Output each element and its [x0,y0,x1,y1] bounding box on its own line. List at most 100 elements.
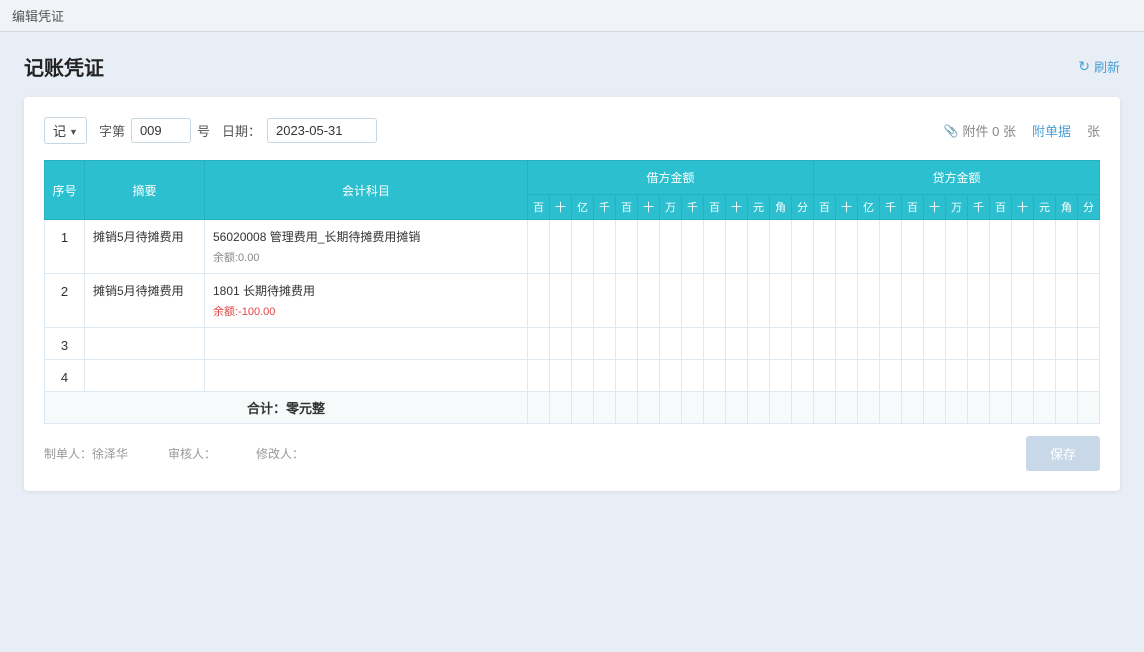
credit-cell-10[interactable] [1034,360,1056,392]
credit-cell-7[interactable] [968,360,990,392]
debit-cell-7[interactable] [682,274,704,328]
credit-cell-12[interactable] [1078,274,1100,328]
credit-cell-11[interactable] [1056,220,1078,274]
credit-cell-9[interactable] [1012,328,1034,360]
debit-cell-11[interactable] [770,328,792,360]
debit-cell-10[interactable] [748,328,770,360]
debit-cell-1[interactable] [550,274,572,328]
debit-cell-9[interactable] [726,360,748,392]
debit-cell-10[interactable] [748,274,770,328]
account-cell[interactable] [205,328,528,360]
credit-cell-8[interactable] [990,220,1012,274]
credit-cell-4[interactable] [902,360,924,392]
debit-cell-10[interactable] [748,220,770,274]
credit-cell-12[interactable] [1078,360,1100,392]
credit-cell-3[interactable] [880,220,902,274]
debit-cell-10[interactable] [748,360,770,392]
credit-cell-6[interactable] [946,328,968,360]
credit-cell-11[interactable] [1056,328,1078,360]
credit-cell-1[interactable] [836,220,858,274]
debit-cell-8[interactable] [704,360,726,392]
credit-cell-8[interactable] [990,328,1012,360]
credit-cell-10[interactable] [1034,220,1056,274]
credit-cell-10[interactable] [1034,328,1056,360]
credit-cell-0[interactable] [814,328,836,360]
credit-cell-12[interactable] [1078,328,1100,360]
voucher-number-input[interactable] [131,118,191,143]
credit-cell-0[interactable] [814,360,836,392]
credit-cell-2[interactable] [858,360,880,392]
debit-cell-7[interactable] [682,360,704,392]
credit-cell-11[interactable] [1056,274,1078,328]
debit-cell-5[interactable] [638,274,660,328]
debit-cell-5[interactable] [638,220,660,274]
credit-cell-5[interactable] [924,220,946,274]
credit-cell-12[interactable] [1078,220,1100,274]
date-input[interactable] [267,118,377,143]
debit-cell-9[interactable] [726,328,748,360]
debit-cell-6[interactable] [660,274,682,328]
credit-cell-3[interactable] [880,274,902,328]
debit-cell-5[interactable] [638,328,660,360]
attach-doc-btn[interactable]: 附单据 [1032,121,1071,140]
debit-cell-0[interactable] [528,220,550,274]
credit-cell-2[interactable] [858,328,880,360]
debit-cell-6[interactable] [660,360,682,392]
debit-cell-6[interactable] [660,328,682,360]
credit-cell-6[interactable] [946,360,968,392]
refresh-button[interactable]: 刷新 [1078,57,1120,76]
credit-cell-6[interactable] [946,274,968,328]
save-button[interactable]: 保存 [1026,436,1100,471]
credit-cell-11[interactable] [1056,360,1078,392]
credit-cell-9[interactable] [1012,274,1034,328]
debit-cell-1[interactable] [550,220,572,274]
summary-cell[interactable]: 摊销5月待摊费用 [85,274,205,328]
credit-cell-0[interactable] [814,274,836,328]
debit-cell-3[interactable] [594,220,616,274]
debit-cell-12[interactable] [792,360,814,392]
debit-cell-4[interactable] [616,274,638,328]
credit-cell-6[interactable] [946,220,968,274]
credit-cell-3[interactable] [880,360,902,392]
debit-cell-4[interactable] [616,328,638,360]
type-select[interactable]: 记 [44,117,87,144]
credit-cell-5[interactable] [924,360,946,392]
account-cell[interactable]: 1801 长期待摊费用余额:-100.00 [205,274,528,328]
debit-cell-3[interactable] [594,328,616,360]
debit-cell-4[interactable] [616,360,638,392]
debit-cell-12[interactable] [792,328,814,360]
debit-cell-6[interactable] [660,220,682,274]
debit-cell-11[interactable] [770,360,792,392]
credit-cell-9[interactable] [1012,360,1034,392]
debit-cell-5[interactable] [638,360,660,392]
debit-cell-11[interactable] [770,274,792,328]
debit-cell-9[interactable] [726,274,748,328]
debit-cell-1[interactable] [550,360,572,392]
summary-cell[interactable] [85,360,205,392]
debit-cell-2[interactable] [572,328,594,360]
debit-cell-2[interactable] [572,220,594,274]
credit-cell-9[interactable] [1012,220,1034,274]
attach-link[interactable]: 附件 0 张 [944,121,1016,140]
debit-cell-4[interactable] [616,220,638,274]
credit-cell-1[interactable] [836,328,858,360]
debit-cell-1[interactable] [550,328,572,360]
credit-cell-2[interactable] [858,274,880,328]
credit-cell-8[interactable] [990,274,1012,328]
debit-cell-3[interactable] [594,274,616,328]
debit-cell-3[interactable] [594,360,616,392]
debit-cell-12[interactable] [792,274,814,328]
debit-cell-0[interactable] [528,274,550,328]
credit-cell-1[interactable] [836,360,858,392]
credit-cell-8[interactable] [990,360,1012,392]
account-cell[interactable] [205,360,528,392]
credit-cell-1[interactable] [836,274,858,328]
debit-cell-8[interactable] [704,274,726,328]
credit-cell-10[interactable] [1034,274,1056,328]
summary-cell[interactable] [85,328,205,360]
debit-cell-11[interactable] [770,220,792,274]
account-cell[interactable]: 56020008 管理费用_长期待摊费用摊销余额:0.00 [205,220,528,274]
debit-cell-7[interactable] [682,220,704,274]
debit-cell-12[interactable] [792,220,814,274]
credit-cell-4[interactable] [902,220,924,274]
